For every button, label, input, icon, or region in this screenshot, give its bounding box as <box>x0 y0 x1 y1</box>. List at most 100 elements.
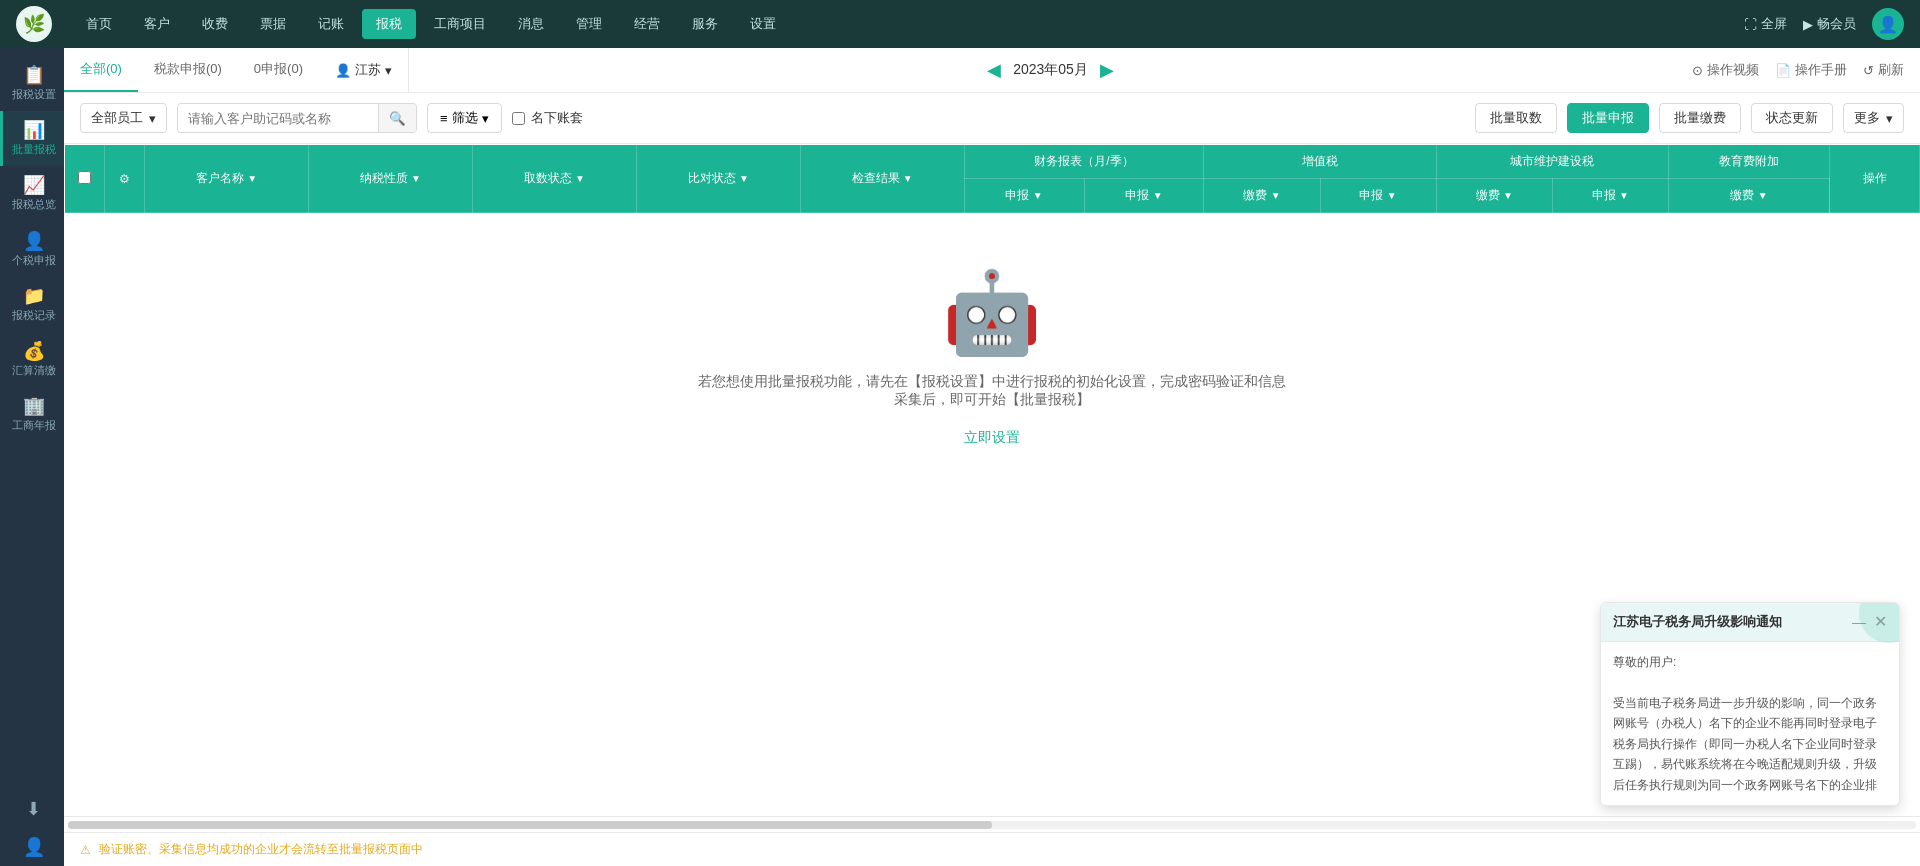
customer-name-filter-icon[interactable]: ▼ <box>247 173 257 184</box>
notification-text: 尊敬的用户: 受当前电子税务局进一步升级的影响，同一个政务网账号（办税人）名下的… <box>1613 655 1877 791</box>
avatar[interactable]: 👤 <box>1872 8 1904 40</box>
sidebar-item-annual-report[interactable]: 🏢 工商年报 <box>0 387 64 442</box>
top-nav: 🌿 首页 客户 收费 票据 记账 报税 工商项目 消息 管理 经营 服务 设置 … <box>0 0 1920 48</box>
nav-item-message[interactable]: 消息 <box>504 9 558 39</box>
empty-state: 🤖 若您想使用批量报税功能，请先在【报税设置】中进行报税的初始化设置，完成密码验… <box>64 213 1920 507</box>
employee-dropdown-icon: ▾ <box>149 111 156 126</box>
sidebar-item-annual-settle[interactable]: 💰 汇算清缴 <box>0 332 64 387</box>
setup-link[interactable]: 立即设置 <box>964 429 1020 447</box>
edu-declare-filter-icon[interactable]: ▼ <box>1619 190 1629 201</box>
horizontal-scroll[interactable] <box>64 816 1920 832</box>
batch-tax-icon: 📊 <box>23 121 45 139</box>
th-fetch-status: 取数状态 ▼ <box>472 145 636 213</box>
nav-item-operation[interactable]: 经营 <box>620 9 674 39</box>
date-label: 2023年05月 <box>1013 61 1088 79</box>
check-result-filter-icon[interactable]: ▼ <box>903 173 913 184</box>
city-declare-filter-icon[interactable]: ▼ <box>1387 190 1397 201</box>
more-btn[interactable]: 更多 ▾ <box>1843 103 1904 133</box>
tab-all[interactable]: 全部(0) <box>64 48 138 92</box>
vat-pay-filter-icon[interactable]: ▼ <box>1271 190 1281 201</box>
sidebar-item-tax-records[interactable]: 📁 报税记录 <box>0 277 64 332</box>
manual-action[interactable]: 📄 操作手册 <box>1775 61 1847 79</box>
region-selector[interactable]: 👤 江苏 ▾ <box>319 48 409 92</box>
more-chevron-icon: ▾ <box>1886 111 1893 126</box>
nav-item-manage[interactable]: 管理 <box>562 9 616 39</box>
sidebar-item-tax-settings[interactable]: 📋 报税设置 <box>0 56 64 111</box>
member-icon: ▶ <box>1803 17 1813 32</box>
th-financial-declare: 申报 ▼ <box>964 179 1084 213</box>
video-action[interactable]: ⊙ 操作视频 <box>1692 61 1759 79</box>
filter-icon: ≡ <box>440 111 448 126</box>
select-all-checkbox[interactable] <box>78 171 91 184</box>
annual-settle-icon: 💰 <box>23 342 45 360</box>
video-icon: ⊙ <box>1692 63 1703 78</box>
th-city-maintenance: 城市维护建设税 <box>1436 145 1668 179</box>
download-icon: ⬇ <box>26 800 41 818</box>
th-edu-pay: 缴费 ▼ <box>1668 179 1829 213</box>
refresh-action[interactable]: ↺ 刷新 <box>1863 61 1904 79</box>
th-city-declare: 申报 ▼ <box>1320 179 1436 213</box>
nav-item-customer[interactable]: 客户 <box>130 9 184 39</box>
tax-records-icon: 📁 <box>23 287 45 305</box>
edu-pay-filter-icon[interactable]: ▼ <box>1758 190 1768 201</box>
empty-text: 若您想使用批量报税功能，请先在【报税设置】中进行报税的初始化设置，完成密码验证和… <box>692 373 1292 409</box>
th-education-surcharge: 教育费附加 <box>1668 145 1829 179</box>
employee-label: 全部员工 <box>91 109 143 127</box>
scroll-thumb <box>68 821 992 829</box>
city-pay-filter-icon[interactable]: ▼ <box>1503 190 1513 201</box>
employee-select[interactable]: 全部员工 ▾ <box>80 103 167 133</box>
tax-nature-filter-icon[interactable]: ▼ <box>411 173 421 184</box>
sidebar-item-batch-tax[interactable]: 📊 批量报税 <box>0 111 64 166</box>
tabs-left: 全部(0) 税款申报(0) 0申报(0) 👤 江苏 ▾ <box>64 48 409 92</box>
user-icon: 👤 <box>23 838 45 856</box>
status-update-btn[interactable]: 状态更新 <box>1751 103 1833 133</box>
sidebar-item-download[interactable]: ⬇ <box>0 790 64 828</box>
search-button[interactable]: 🔍 <box>378 104 416 132</box>
batch-pay-btn[interactable]: 批量缴费 <box>1659 103 1741 133</box>
vat-declare-filter-icon[interactable]: ▼ <box>1153 190 1163 201</box>
search-box: 🔍 <box>177 103 417 133</box>
nav-item-business[interactable]: 工商项目 <box>420 9 500 39</box>
nav-item-fee[interactable]: 收费 <box>188 9 242 39</box>
filter-bar: 全部员工 ▾ 🔍 ≡ 筛选 ▾ 名下账套 批量取数 批量申报 批量缴费 <box>64 93 1920 144</box>
sidebar-item-user[interactable]: 👤 <box>0 828 64 866</box>
nav-date-bar: 全部(0) 税款申报(0) 0申报(0) 👤 江苏 ▾ ◀ 2023年05月 ▶ <box>64 48 1920 93</box>
tax-overview-icon: 📈 <box>23 176 45 194</box>
fullscreen-btn[interactable]: ⛶ 全屏 <box>1744 15 1787 33</box>
tab-zero-declare[interactable]: 0申报(0) <box>238 48 319 92</box>
nav-item-invoice[interactable]: 票据 <box>246 9 300 39</box>
nav-item-service[interactable]: 服务 <box>678 9 732 39</box>
batch-declare-btn[interactable]: 批量申报 <box>1567 103 1649 133</box>
date-next-btn[interactable]: ▶ <box>1100 59 1114 81</box>
batch-fetch-btn[interactable]: 批量取数 <box>1475 103 1557 133</box>
th-tax-nature: 纳税性质 ▼ <box>308 145 472 213</box>
nav-item-settings[interactable]: 设置 <box>736 9 790 39</box>
tab-tax-declare[interactable]: 税款申报(0) <box>138 48 238 92</box>
popup-corner-decoration <box>1839 603 1899 643</box>
annual-report-icon: 🏢 <box>23 397 45 415</box>
fin-declare-filter-icon[interactable]: ▼ <box>1033 190 1043 201</box>
member-btn[interactable]: ▶ 畅会员 <box>1803 15 1856 33</box>
nav-item-bookkeeping[interactable]: 记账 <box>304 9 358 39</box>
checkbox-label[interactable]: 名下账套 <box>512 109 583 127</box>
search-input[interactable] <box>178 107 378 130</box>
bottom-warning-text: 验证账密、采集信息均成功的企业才会流转至批量报税页面中 <box>99 841 423 858</box>
sidebar-item-personal-tax[interactable]: 👤 个税申报 <box>0 222 64 277</box>
compare-status-filter-icon[interactable]: ▼ <box>739 173 749 184</box>
robot-illustration: 🤖 <box>942 273 1042 353</box>
sidebar: 📋 报税设置 📊 批量报税 📈 报税总览 👤 个税申报 📁 报税记录 💰 汇算清… <box>0 48 64 866</box>
nav-item-tax[interactable]: 报税 <box>362 9 416 39</box>
date-nav: ◀ 2023年05月 ▶ <box>409 59 1692 81</box>
chevron-down-icon: ▾ <box>385 63 392 78</box>
fetch-status-filter-icon[interactable]: ▼ <box>575 173 585 184</box>
suites-checkbox[interactable] <box>512 112 525 125</box>
date-prev-btn[interactable]: ◀ <box>987 59 1001 81</box>
sidebar-item-tax-overview[interactable]: 📈 报税总览 <box>0 166 64 221</box>
filter-button[interactable]: ≡ 筛选 ▾ <box>427 103 502 133</box>
warning-icon: ⚠ <box>80 843 91 857</box>
th-operation: 操作 <box>1830 145 1920 213</box>
nav-item-home[interactable]: 首页 <box>72 9 126 39</box>
data-table: ⚙ 客户名称 ▼ 纳税性质 ▼ 取数状态 ▼ 比对状态 ▼ <box>64 144 1920 213</box>
sidebar-bottom: ⬇ 👤 <box>0 790 64 866</box>
th-settings: ⚙ <box>105 145 145 213</box>
